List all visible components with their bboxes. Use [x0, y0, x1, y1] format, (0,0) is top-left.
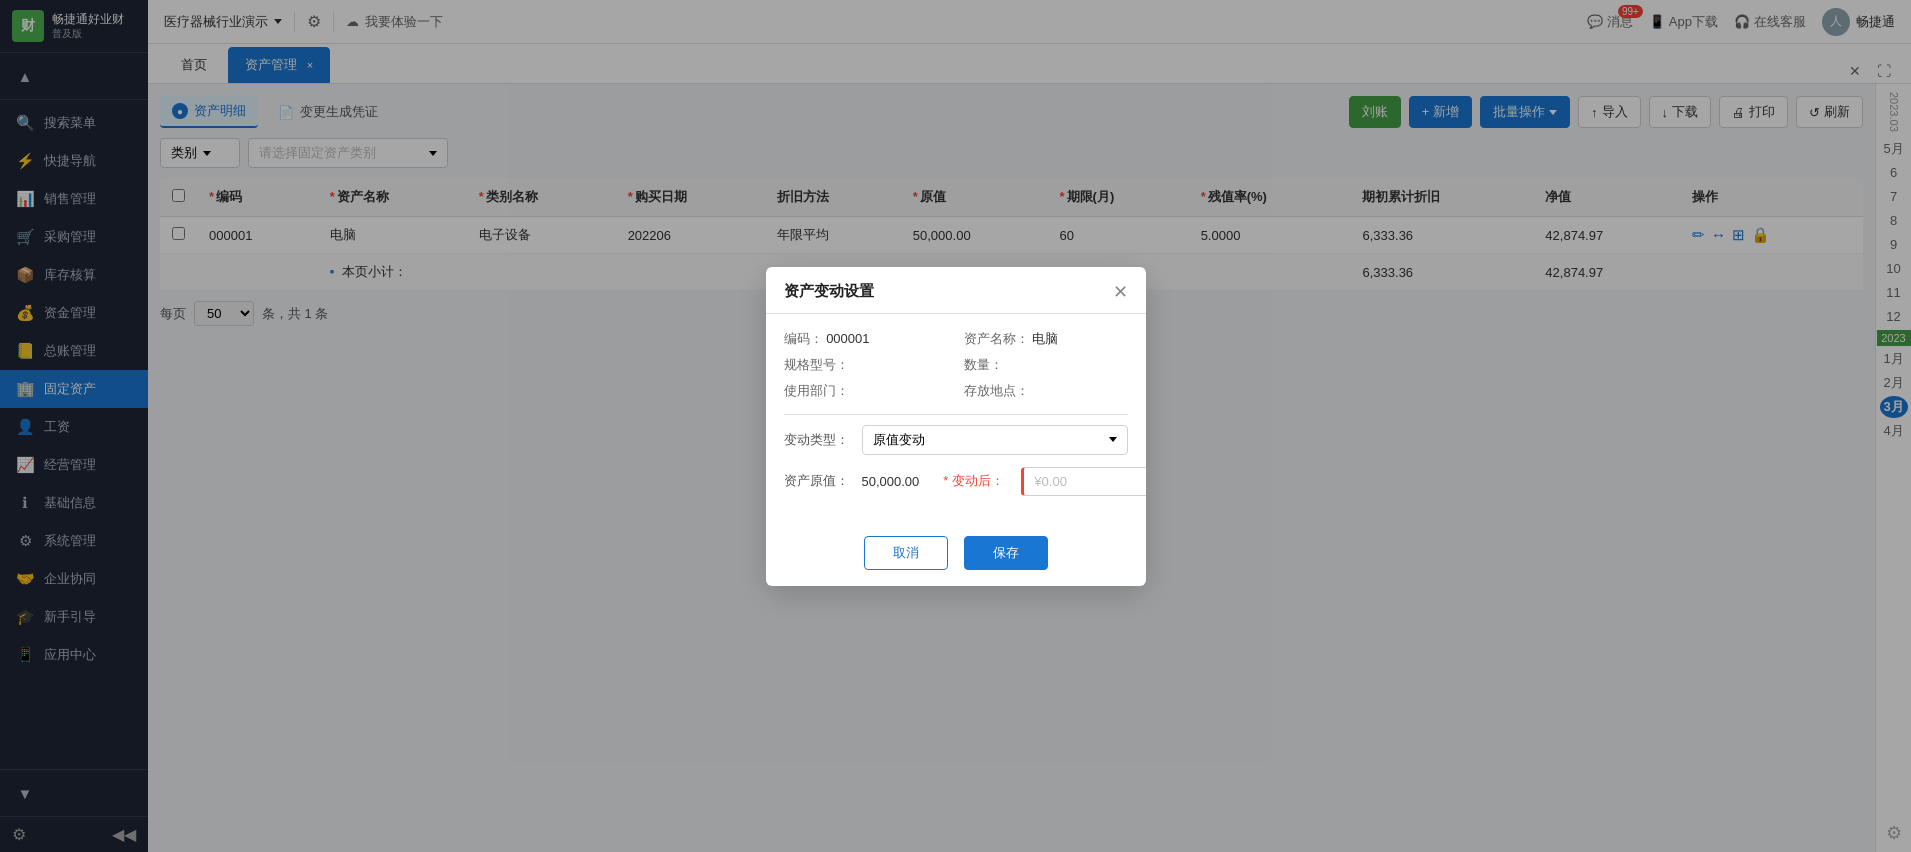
modal-asset-value-row: 资产原值： 50,000.00 * 变动后：	[784, 467, 1128, 496]
modal-department: 使用部门：	[784, 382, 948, 400]
asset-change-modal: 资产变动设置 ✕ 编码： 000001 资产名称： 电脑 规格型号： 数量：	[766, 267, 1146, 586]
modal-after-change-input[interactable]	[1021, 467, 1145, 496]
modal-asset-name-label: 资产名称：	[964, 331, 1029, 346]
modal-spec-label: 规格型号：	[784, 357, 849, 372]
modal-cancel-button[interactable]: 取消	[864, 536, 948, 570]
modal-title: 资产变动设置	[784, 282, 874, 301]
modal-code: 编码： 000001	[784, 330, 948, 348]
modal-change-type-value: 原值变动	[873, 431, 925, 449]
modal-quantity-label: 数量：	[964, 357, 1003, 372]
change-type-dropdown-icon	[1109, 437, 1117, 442]
modal-storage: 存放地点：	[964, 382, 1128, 400]
modal-asset-value-value: 50,000.00	[862, 474, 920, 489]
modal-department-label: 使用部门：	[784, 383, 849, 398]
modal-asset-name-value: 电脑	[1032, 331, 1058, 346]
modal-change-type-label: 变动类型：	[784, 431, 854, 449]
modal-code-label: 编码：	[784, 331, 823, 346]
modal-change-type-select[interactable]: 原值变动	[862, 425, 1128, 455]
modal-asset-value-label: 资产原值：	[784, 472, 854, 490]
cancel-label: 取消	[893, 545, 919, 560]
modal-storage-label: 存放地点：	[964, 383, 1029, 398]
modal-save-button[interactable]: 保存	[964, 536, 1048, 570]
modal-overlay: 资产变动设置 ✕ 编码： 000001 资产名称： 电脑 规格型号： 数量：	[0, 0, 1911, 852]
save-label: 保存	[993, 545, 1019, 560]
modal-header: 资产变动设置 ✕	[766, 267, 1146, 314]
modal-divider	[784, 414, 1128, 415]
modal-change-type-row: 变动类型： 原值变动	[784, 425, 1128, 455]
modal-quantity: 数量：	[964, 356, 1128, 374]
modal-footer: 取消 保存	[766, 524, 1146, 586]
modal-code-value: 000001	[826, 331, 869, 346]
modal-info-grid: 编码： 000001 资产名称： 电脑 规格型号： 数量： 使用部门：	[784, 330, 1128, 400]
modal-spec: 规格型号：	[784, 356, 948, 374]
modal-after-change-label: * 变动后：	[943, 472, 1013, 490]
modal-close-button[interactable]: ✕	[1113, 281, 1128, 303]
modal-asset-name: 资产名称： 电脑	[964, 330, 1128, 348]
modal-body: 编码： 000001 资产名称： 电脑 规格型号： 数量： 使用部门：	[766, 314, 1146, 524]
